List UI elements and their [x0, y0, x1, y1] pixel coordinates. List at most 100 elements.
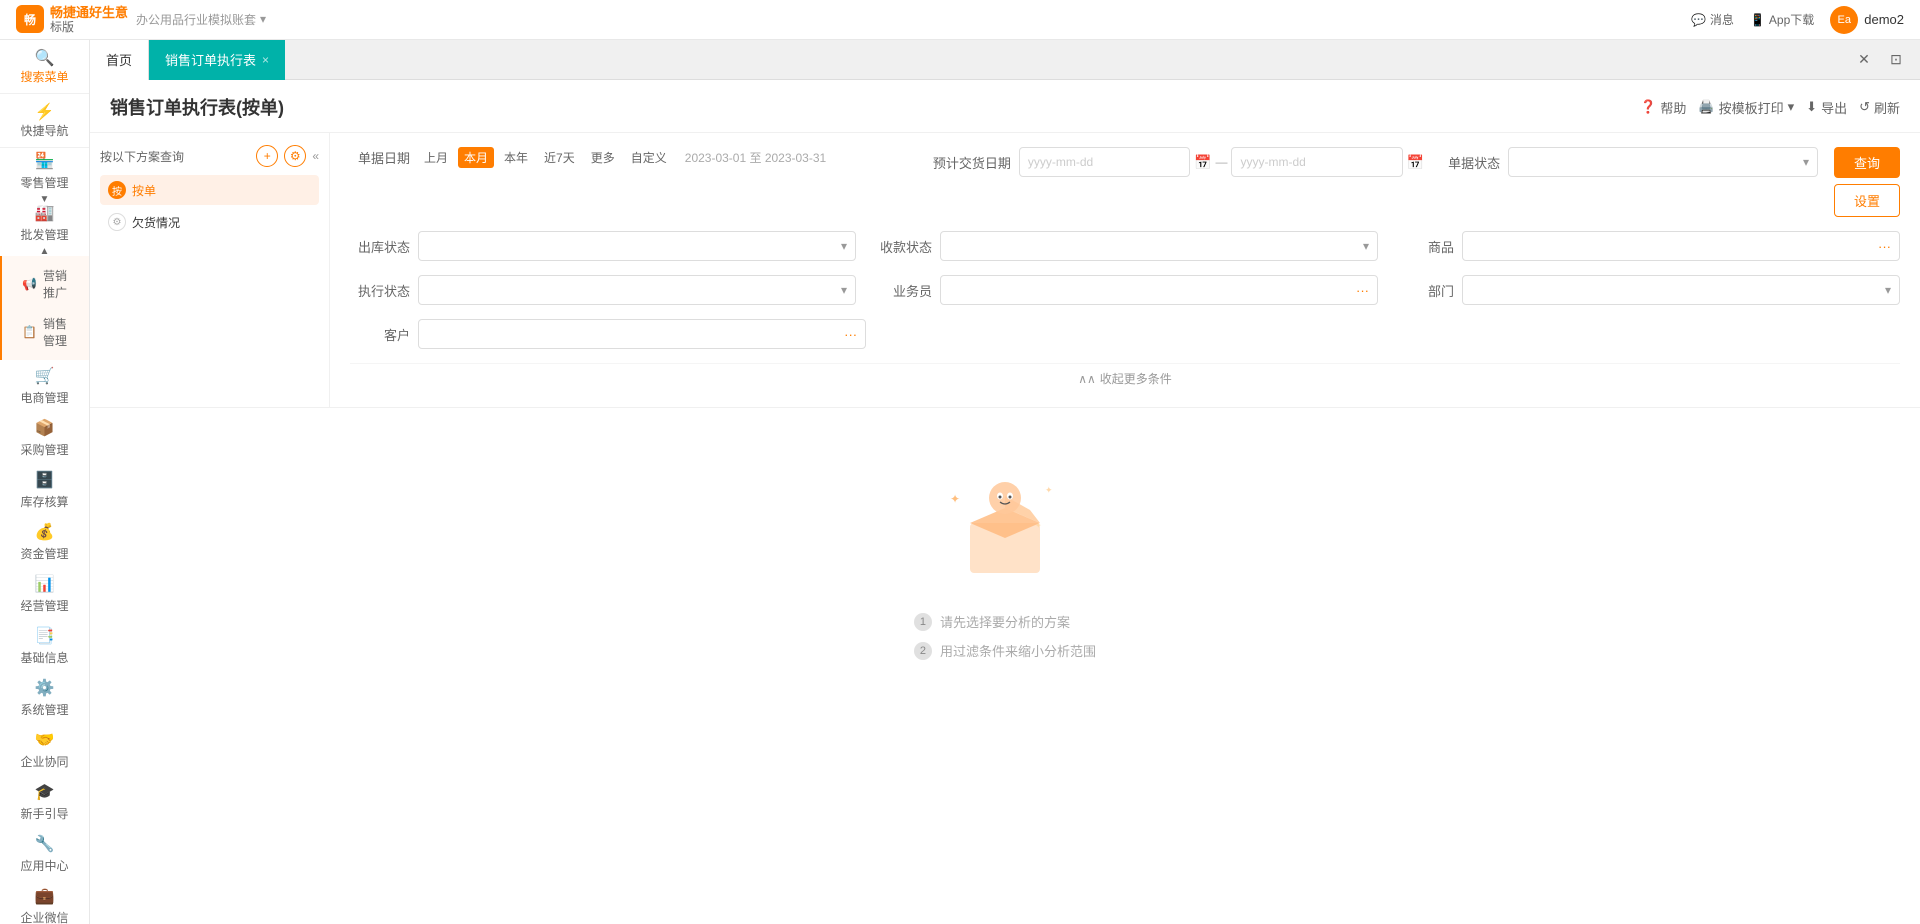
collapse-more-label: 收起更多条件 [1100, 370, 1172, 387]
sidebar-item-purchase[interactable]: 📦 采购管理 [0, 412, 89, 464]
scheme-item-欠货情况[interactable]: ⚙ 欠货情况 [100, 207, 319, 237]
add-scheme-button[interactable]: + [256, 145, 278, 167]
filter-collapse-row: ∧∧ 收起更多条件 [350, 363, 1900, 393]
customer-more-icon[interactable]: ··· [844, 327, 857, 342]
date-btn-this-month[interactable]: 本月 [458, 147, 494, 168]
salesman-select[interactable]: ··· [940, 275, 1378, 305]
expected-date-from[interactable]: yyyy-mm-dd [1019, 147, 1190, 177]
refresh-button[interactable]: ↺ 刷新 [1859, 98, 1900, 117]
user-avatar-area[interactable]: Ea demo2 [1830, 6, 1904, 34]
page-header-actions: ❓ 帮助 🖨️ 按模板打印 ▾ ⬇ 导出 ↺ [1640, 98, 1900, 117]
status-select[interactable]: ▾ [1508, 147, 1818, 177]
wholesale-icon: 🏭 [35, 203, 55, 223]
goods-more-icon[interactable]: ··· [1878, 239, 1891, 254]
scheme-label-按单: 按单 [132, 182, 156, 199]
content-area: 首页 销售订单执行表 × ✕ ⊡ 销售订单执行表(按单) [90, 40, 1920, 924]
filter-field-expected-date: 预计交货日期 yyyy-mm-dd 📅 — yyyy-mm-dd [933, 147, 1424, 177]
app-download-label: App下载 [1769, 11, 1814, 28]
breadcrumb: 办公用品行业模拟账套 ▾ [136, 11, 266, 28]
date-input-area: 上月 本月 本年 近7天 更多 自定义 2023-03-01 至 2023-03… [418, 147, 917, 168]
sidebar-item-newbie[interactable]: 🎓 新手引导 [0, 776, 89, 828]
goods-select[interactable]: ··· [1462, 231, 1900, 261]
sidebar-item-enterprise[interactable]: 🤝 企业协同 [0, 724, 89, 776]
sidebar-item-ecommerce[interactable]: 🛒 电商管理 [0, 360, 89, 412]
stock-status-label: 出库状态 [350, 237, 410, 256]
status-label: 单据状态 [1440, 153, 1500, 172]
salesman-more-icon[interactable]: ··· [1356, 283, 1369, 298]
sidebar-item-operations[interactable]: 📊 经营管理 [0, 568, 89, 620]
expected-date-input-area: yyyy-mm-dd 📅 — yyyy-mm-dd 📅 [1019, 147, 1424, 177]
sidebar-item-finance[interactable]: 💰 资金管理 [0, 516, 89, 568]
stock-status-select[interactable]: ▾ [418, 231, 856, 261]
exec-status-select[interactable]: ▾ [418, 275, 856, 305]
filter-field-stock-status: 出库状态 ▾ [350, 231, 856, 261]
page-title: 销售订单执行表(按单) [110, 94, 284, 120]
settings-button[interactable]: 设置 [1834, 184, 1900, 217]
page-content: 销售订单执行表(按单) ❓ 帮助 🖨️ 按模板打印 ▾ ⬇ [90, 80, 1920, 924]
sidebar-item-wholesale[interactable]: 🏭 批发管理 ▲ [0, 204, 89, 256]
export-button[interactable]: ⬇ 导出 [1806, 98, 1847, 117]
collapse-panel-button[interactable]: « [312, 149, 319, 163]
app-download-button[interactable]: 📱 App下载 [1750, 11, 1814, 28]
sidebar-inventory-label: 库存核算 [20, 493, 68, 510]
tip-num-1: 1 [914, 613, 932, 631]
message-button[interactable]: 💬 消息 [1691, 11, 1734, 28]
dept-arrow-icon: ▾ [1885, 283, 1891, 297]
tab-sales-exec-label: 销售订单执行表 [165, 50, 256, 69]
filter-row-3: 执行状态 ▾ 业务员 ··· [350, 275, 1900, 305]
settings-scheme-button[interactable]: ⚙ [284, 145, 306, 167]
empty-text-list: 1 请先选择要分析的方案 2 用过滤条件来缩小分析范围 [914, 612, 1096, 670]
dept-select[interactable]: ▾ [1462, 275, 1900, 305]
tab-home[interactable]: 首页 [90, 40, 149, 80]
help-button[interactable]: ❓ 帮助 [1640, 98, 1686, 117]
tip-text-2: 用过滤条件来缩小分析范围 [940, 641, 1096, 660]
wechat-icon: 💼 [35, 886, 55, 906]
receipt-status-arrow-icon: ▾ [1363, 239, 1369, 253]
date-btn-this-year[interactable]: 本年 [498, 147, 534, 168]
tab-close-button[interactable]: × [262, 53, 269, 67]
date-btn-more[interactable]: 更多 [585, 147, 621, 168]
date-btn-last-month[interactable]: 上月 [418, 147, 454, 168]
sidebar-item-sales-management[interactable]: 📋 销售管理 [2, 308, 89, 356]
collapse-more-button[interactable]: ∧∧ 收起更多条件 [1078, 370, 1172, 387]
sidebar-ecommerce-label: 电商管理 [20, 389, 68, 406]
print-button[interactable]: 🖨️ 按模板打印 ▾ [1698, 98, 1794, 117]
filter-field-receipt-status: 收款状态 ▾ [872, 231, 1378, 261]
sidebar-basicinfo-label: 基础信息 [20, 649, 68, 666]
logo-icon: 畅 [16, 5, 44, 33]
exec-status-arrow-icon: ▾ [841, 283, 847, 297]
tab-sales-exec[interactable]: 销售订单执行表 × [149, 40, 285, 80]
filter-scheme-header: 按以下方案查询 + ⚙ « [100, 145, 319, 167]
inventory-icon: 🗄️ [35, 470, 55, 490]
sidebar-item-basicinfo[interactable]: 📑 基础信息 [0, 620, 89, 672]
sidebar-item-inventory[interactable]: 🗄️ 库存核算 [0, 464, 89, 516]
tab-home-label: 首页 [106, 50, 132, 69]
window-close-button[interactable]: ✕ [1852, 48, 1876, 72]
query-button[interactable]: 查询 [1834, 147, 1900, 178]
window-maximize-button[interactable]: ⊡ [1884, 48, 1908, 72]
date-range-display: 2023-03-01 至 2023-03-31 [685, 149, 826, 166]
purchase-icon: 📦 [35, 418, 55, 438]
expected-date-to[interactable]: yyyy-mm-dd [1231, 147, 1402, 177]
receipt-status-select[interactable]: ▾ [940, 231, 1378, 261]
sidebar-item-search[interactable]: 🔍 搜索菜单 [0, 40, 89, 94]
top-bar-left: 畅 畅捷通好生意 标版 办公用品行业模拟账套 ▾ [16, 5, 266, 35]
filter-right-panel: 单据日期 上月 本月 本年 近7天 更多 自定义 [330, 133, 1920, 407]
sidebar-item-wechat[interactable]: 💼 企业微信 [0, 880, 89, 924]
date-btn-7days[interactable]: 近7天 [538, 147, 581, 168]
customer-select[interactable]: ··· [418, 319, 866, 349]
logo-area[interactable]: 畅 畅捷通好生意 标版 [16, 5, 128, 35]
sidebar-item-system[interactable]: ⚙️ 系统管理 [0, 672, 89, 724]
sales-mgmt-icon: 📋 [22, 325, 37, 339]
sidebar-item-retail[interactable]: 🏪 零售管理 ▼ [0, 152, 89, 204]
date-btn-custom[interactable]: 自定义 [625, 147, 673, 168]
svg-text:✦: ✦ [1045, 485, 1053, 495]
sidebar-item-quicknav[interactable]: ⚡ 快捷导航 [0, 94, 89, 148]
date-quick-btns: 上月 本月 本年 近7天 更多 自定义 [418, 147, 673, 168]
sidebar-item-marketing[interactable]: 📢 营销推广 [2, 260, 89, 308]
sidebar-item-appcenter[interactable]: 🔧 应用中心 [0, 828, 89, 880]
avatar: Ea [1830, 6, 1858, 34]
breadcrumb-chevron-icon[interactable]: ▾ [260, 12, 266, 26]
filter-field-salesman: 业务员 ··· [872, 275, 1378, 305]
scheme-item-按单[interactable]: 按 按单 [100, 175, 319, 205]
